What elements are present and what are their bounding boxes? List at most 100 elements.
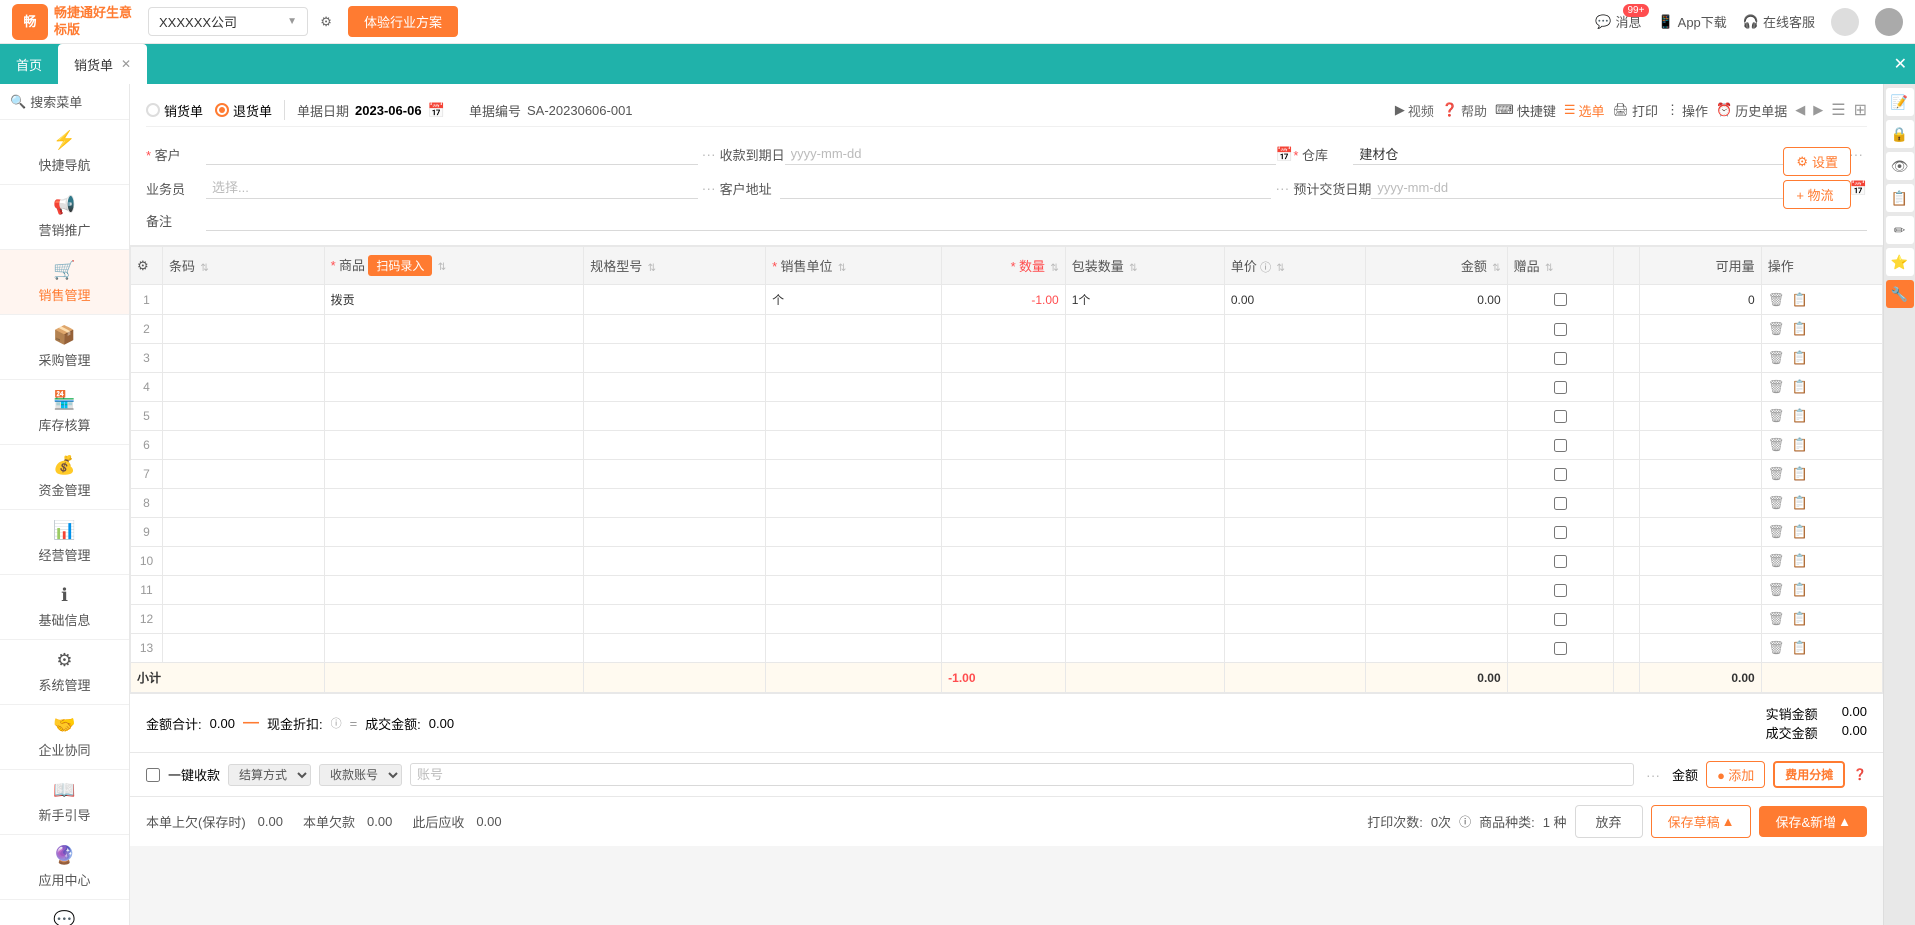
row-price[interactable]: 0.00 (1224, 285, 1365, 315)
company-selector[interactable]: XXXXXX公司 ▼ (148, 7, 308, 36)
sidebar-item-base-info[interactable]: ℹ 基础信息 (0, 575, 129, 640)
abandon-btn[interactable]: 放弃 (1575, 805, 1643, 838)
avatar[interactable] (1831, 8, 1859, 36)
delete-icon[interactable]: 🗑 (1768, 321, 1785, 336)
delete-icon[interactable]: 🗑 (1768, 495, 1785, 510)
tab-home[interactable]: 首页 (0, 44, 58, 84)
copy-icon[interactable]: 📋 (1792, 321, 1808, 336)
row-amount[interactable] (1366, 315, 1507, 344)
price-info-icon[interactable]: ⓘ (1260, 262, 1271, 274)
row-qty[interactable] (942, 576, 1066, 605)
row-amount[interactable] (1366, 634, 1507, 663)
radio-sales-order[interactable]: 销货单 (146, 101, 203, 120)
customer-dots-btn[interactable]: ··· (698, 146, 720, 162)
row-barcode[interactable] (163, 285, 325, 315)
customer-addr-input[interactable] (780, 177, 1272, 199)
row-barcode[interactable] (163, 605, 325, 634)
settlement-method-select[interactable]: 结算方式 (228, 764, 311, 786)
row-pkgqty[interactable] (1065, 460, 1224, 489)
one-click-checkbox[interactable] (146, 768, 160, 782)
row-goods[interactable] (324, 431, 584, 460)
sort-pkgqty[interactable]: ⇅ (1129, 263, 1137, 274)
row-barcode[interactable] (163, 373, 325, 402)
row-qty[interactable] (942, 547, 1066, 576)
row-unit[interactable] (766, 547, 942, 576)
row-goods[interactable] (324, 605, 584, 634)
row-unit[interactable] (766, 460, 942, 489)
sort-amount[interactable]: ⇅ (1492, 263, 1500, 274)
settings-icon-btn[interactable]: ⚙ (312, 8, 340, 36)
rp-notes-btn[interactable]: 📝 (1886, 88, 1914, 116)
row-spec[interactable] (584, 518, 766, 547)
sort-qty[interactable]: ⇅ (1050, 263, 1058, 274)
form-logistics-btn[interactable]: + 物流 (1783, 180, 1851, 209)
sidebar-item-quicknav[interactable]: ⚡ 快捷导航 (0, 120, 129, 185)
row-spec[interactable] (584, 634, 766, 663)
row-unit[interactable] (766, 605, 942, 634)
expense-info-icon[interactable]: ❓ (1853, 768, 1867, 781)
row-pkgqty[interactable] (1065, 315, 1224, 344)
gift-checkbox[interactable] (1554, 381, 1567, 394)
row-qty[interactable] (942, 373, 1066, 402)
row-price[interactable] (1224, 547, 1365, 576)
sidebar-item-system[interactable]: ⚙ 系统管理 (0, 640, 129, 705)
row-qty[interactable] (942, 634, 1066, 663)
row-spec[interactable] (584, 605, 766, 634)
row-price[interactable] (1224, 431, 1365, 460)
copy-icon[interactable]: 📋 (1792, 437, 1808, 452)
delete-icon[interactable]: 🗑 (1768, 379, 1785, 394)
row-price[interactable] (1224, 373, 1365, 402)
row-amount[interactable] (1366, 344, 1507, 373)
copy-icon[interactable]: 📋 (1792, 292, 1808, 307)
row-barcode[interactable] (163, 547, 325, 576)
copy-icon[interactable]: 📋 (1792, 350, 1808, 365)
row-barcode[interactable] (163, 315, 325, 344)
row-unit[interactable]: 个 (766, 285, 942, 315)
rp-edit-btn[interactable]: ✏ (1886, 216, 1914, 244)
rp-view-btn[interactable]: 👁 (1886, 152, 1914, 180)
row-amount[interactable]: 0.00 (1366, 285, 1507, 315)
row-qty[interactable] (942, 431, 1066, 460)
help-btn[interactable]: ❓ 帮助 (1442, 101, 1487, 120)
customer-input[interactable] (206, 143, 698, 165)
expected-delivery-input[interactable] (1371, 177, 1849, 199)
tab-close-icon[interactable]: ✕ (121, 57, 131, 71)
video-btn[interactable]: ▶ 视频 (1395, 101, 1434, 120)
delivery-calendar-icon[interactable]: 📅 (1850, 180, 1867, 197)
history-btn[interactable]: ⏰ 历史单据 (1716, 101, 1787, 120)
row-pkgqty[interactable] (1065, 402, 1224, 431)
sidebar-item-wechat[interactable]: 💬 企业微信 (0, 900, 129, 925)
sidebar-item-marketing[interactable]: 📢 营销推广 (0, 185, 129, 250)
sort-unit[interactable]: ⇅ (838, 263, 846, 274)
row-amount[interactable] (1366, 402, 1507, 431)
row-price[interactable] (1224, 576, 1365, 605)
row-spec[interactable] (584, 402, 766, 431)
close-window-icon[interactable]: ✕ (1894, 54, 1907, 74)
nav-prev-icon[interactable]: ◀ (1795, 102, 1805, 118)
row-unit[interactable] (766, 431, 942, 460)
select-btn[interactable]: ☰ 选单 (1564, 101, 1605, 120)
row-qty[interactable] (942, 402, 1066, 431)
gift-checkbox[interactable] (1554, 497, 1567, 510)
delete-icon[interactable]: 🗑 (1768, 524, 1785, 539)
sidebar-item-management[interactable]: 📊 经营管理 (0, 510, 129, 575)
row-price[interactable] (1224, 315, 1365, 344)
row-spec[interactable] (584, 489, 766, 518)
delete-icon[interactable]: 🗑 (1768, 292, 1785, 307)
th-gear[interactable]: ⚙ (131, 247, 163, 285)
row-qty[interactable] (942, 605, 1066, 634)
row-spec[interactable] (584, 315, 766, 344)
row-pkgqty[interactable]: 1个 (1065, 285, 1224, 315)
row-spec[interactable] (584, 547, 766, 576)
row-goods[interactable] (324, 402, 584, 431)
row-goods[interactable] (324, 315, 584, 344)
gift-checkbox[interactable] (1554, 352, 1567, 365)
copy-icon[interactable]: 📋 (1792, 611, 1808, 626)
row-goods[interactable]: 拨贡 (324, 285, 584, 315)
sidebar-item-collaboration[interactable]: 🤝 企业协同 (0, 705, 129, 770)
notes-input[interactable] (206, 209, 1867, 231)
sidebar-item-inventory[interactable]: 🏪 库存核算 (0, 380, 129, 445)
sidebar-item-purchase[interactable]: 📦 采购管理 (0, 315, 129, 380)
warehouse-input[interactable] (1353, 143, 1845, 165)
delete-icon[interactable]: 🗑 (1768, 553, 1785, 568)
